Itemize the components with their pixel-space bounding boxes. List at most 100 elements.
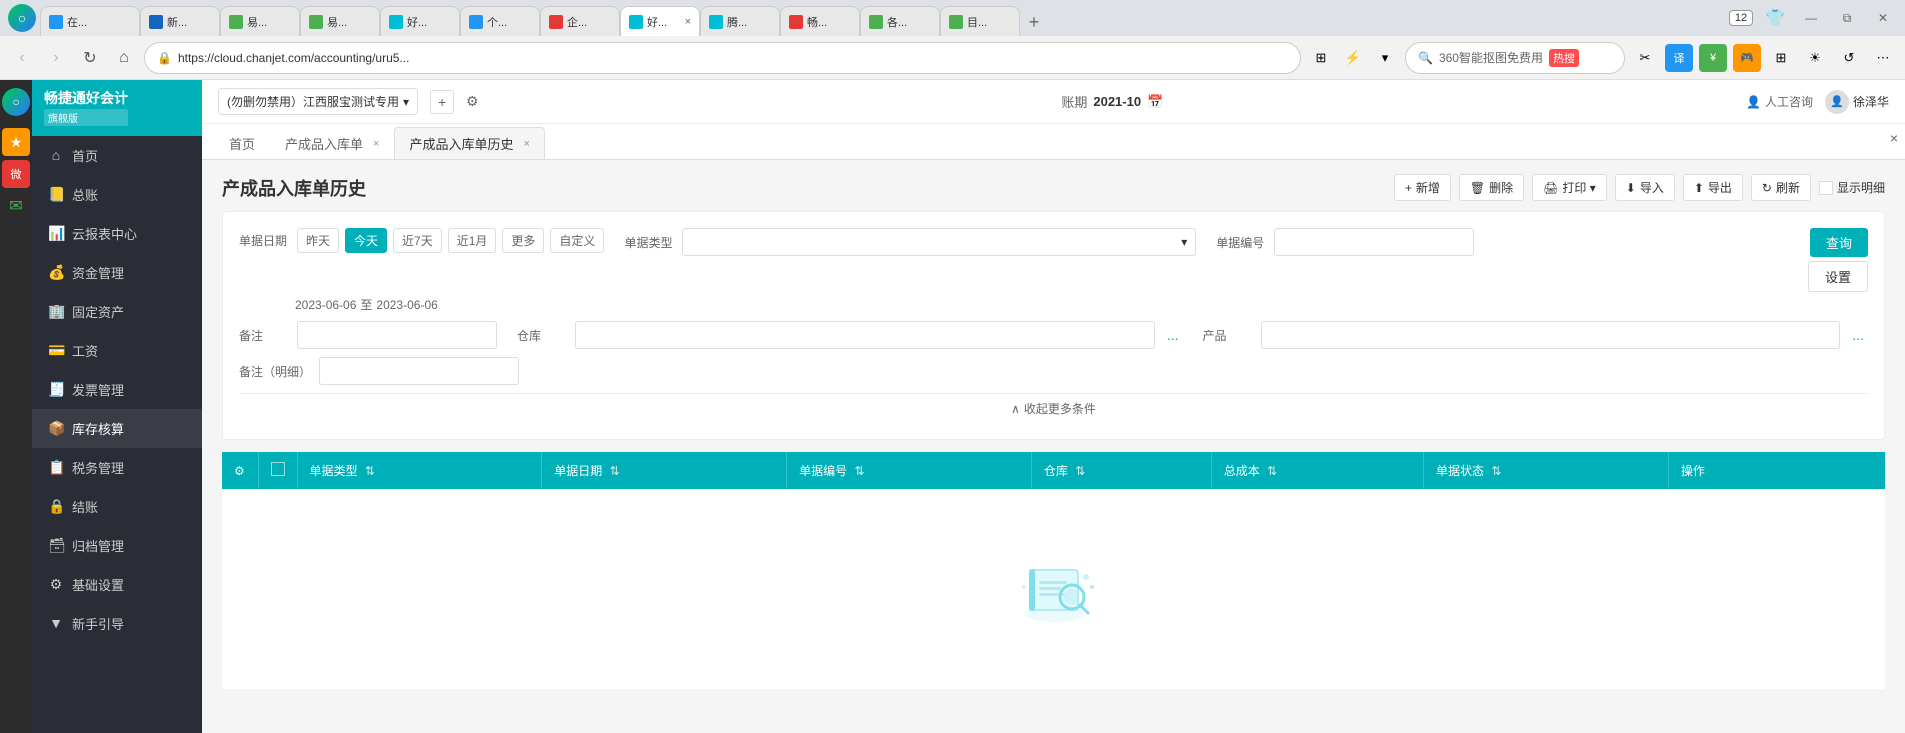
add-button[interactable]: + 新增 [1394,174,1451,201]
yuan-icon[interactable]: ¥ [1699,44,1727,72]
shirt-icon[interactable]: 👕 [1761,8,1789,28]
new-tab-button[interactable]: + [1020,8,1048,36]
date-custom-btn[interactable]: 自定义 [550,228,604,253]
page-tab-history-close[interactable]: × [523,138,529,150]
browser-tab-4[interactable]: 易... [300,6,380,36]
page-tab-list-close[interactable]: × [373,138,379,150]
print-button[interactable]: 🖨 打印 ▾ [1532,174,1607,201]
more-icon[interactable]: ⋯ [1869,44,1897,72]
sidebar-item-archive[interactable]: 🗃 归档管理 [32,526,202,565]
sort-number-icon[interactable]: ⇅ [854,464,864,478]
sidebar-item-fixed-assets[interactable]: 🏢 固定资产 [32,292,202,331]
back-button[interactable]: ‹ [8,44,36,72]
import-button[interactable]: ⬇ 导入 [1615,174,1675,201]
th-check[interactable] [258,452,297,489]
sidebar-item-ledger[interactable]: 📒 总账 [32,175,202,214]
sidebar-item-tax[interactable]: 📋 税务管理 [32,448,202,487]
close-button[interactable]: ✕ [1869,4,1897,32]
sort-date-icon[interactable]: ⇅ [610,464,620,478]
product-input[interactable] [1261,321,1841,349]
remark-input[interactable] [297,321,497,349]
browser-tab-11[interactable]: 各... [860,6,940,36]
icon-sidebar-item-weibo[interactable]: 微 [2,160,30,188]
date-more-btn[interactable]: 更多 [502,228,544,253]
browser-tab-2[interactable]: 新... [140,6,220,36]
browser-tab-12[interactable]: 目... [940,6,1020,36]
page-tab-list[interactable]: 产成品入库单 × [270,127,394,159]
browser-tab-6[interactable]: 个... [460,6,540,36]
setting-button[interactable]: 设置 [1808,261,1868,292]
sidebar-item-closing[interactable]: 🔒 结账 [32,487,202,526]
export-button[interactable]: ⬆ 导出 [1683,174,1743,201]
page-tab-history[interactable]: 产成品入库单历史 × [394,127,544,159]
number-input[interactable] [1274,228,1474,256]
page-tab-home[interactable]: 首页 [214,127,270,159]
sidebar-item-settings[interactable]: ⚙ 基础设置 [32,565,202,604]
gear-settings-icon[interactable]: ⚙ [234,464,245,478]
icon-sidebar-item-mail[interactable]: ✉ [2,192,30,220]
refresh-button[interactable]: ↻ [76,44,104,72]
delete-button[interactable]: 🗑 删除 [1459,174,1524,201]
browser-tab-7[interactable]: 企... [540,6,620,36]
sidebar-item-home[interactable]: ⌂ 首页 [32,136,202,175]
date-yesterday-btn[interactable]: 昨天 [297,228,339,253]
sun-icon[interactable]: ☀ [1801,44,1829,72]
browser-tab-8[interactable]: 好... × [620,6,700,36]
topbar-settings-icon[interactable]: ⚙ [466,93,479,110]
sort-cost-icon[interactable]: ⇅ [1267,464,1277,478]
browser-tab-3[interactable]: 易... [220,6,300,36]
home-button[interactable]: ⌂ [110,44,138,72]
apps-icon[interactable]: ⊞ [1767,44,1795,72]
restore-button[interactable]: ⧉ [1833,4,1861,32]
calendar-icon[interactable]: 📅 [1147,94,1163,110]
translate-icon[interactable]: 译 [1665,44,1693,72]
scissors-icon[interactable]: ✂ [1631,44,1659,72]
warehouse-input[interactable] [575,321,1155,349]
minimize-button[interactable]: — [1797,4,1825,32]
sidebar-item-funds[interactable]: 💰 资金管理 [32,253,202,292]
warehouse-dots-button[interactable]: ... [1163,327,1183,343]
lightning-icon[interactable]: ⚡ [1339,44,1367,72]
browser-logo[interactable]: ○ [8,4,36,32]
company-selector[interactable]: (勿删勿禁用）江西服宝测试专用 ▾ [218,88,418,115]
sidebar-item-more[interactable]: ▼ 新手引导 [32,604,202,643]
forward-button[interactable]: › [42,44,70,72]
display-checkbox[interactable] [1819,181,1833,195]
tab8-close[interactable]: × [685,16,691,28]
sidebar-item-invoice[interactable]: 🧾 发票管理 [32,370,202,409]
th-gear[interactable]: ⚙ [222,452,258,489]
browser-tab-10[interactable]: 畅... [780,6,860,36]
date-1month-btn[interactable]: 近1月 [448,228,497,253]
sidebar-item-payroll[interactable]: 💳 工资 [32,331,202,370]
url-bar[interactable]: 🔒 https://cloud.chanjet.com/accounting/u… [144,42,1301,74]
sort-type-icon[interactable]: ⇅ [365,464,375,478]
select-all-checkbox[interactable] [271,462,285,476]
detail-remark-input[interactable] [319,357,519,385]
date-today-btn[interactable]: 今天 [345,228,387,253]
user-profile-button[interactable]: 👤 徐泽华 [1825,90,1889,114]
query-button[interactable]: 查询 [1810,228,1868,257]
panel-close-button[interactable]: × [1884,128,1904,148]
product-dots-button[interactable]: ... [1848,327,1868,343]
type-select[interactable]: ▾ [682,228,1196,256]
add-company-button[interactable]: + [430,90,454,114]
display-toggle[interactable]: 显示明细 [1819,179,1885,196]
back2-icon[interactable]: ↺ [1835,44,1863,72]
sidebar-item-reports[interactable]: 📊 云报表中心 [32,214,202,253]
icon-sidebar-item-circle[interactable]: ○ [2,88,30,116]
collapse-bar[interactable]: ∧ 收起更多条件 [239,393,1868,423]
date-7days-btn[interactable]: 近7天 [393,228,442,253]
customer-service-button[interactable]: 👤 人工咨询 [1746,93,1813,110]
sidebar-item-inventory[interactable]: 📦 库存核算 [32,409,202,448]
sort-status-icon[interactable]: ⇅ [1491,464,1501,478]
browser-tab-5[interactable]: 好... [380,6,460,36]
sort-warehouse-icon[interactable]: ⇅ [1075,464,1085,478]
browser-tab-1[interactable]: 在... [40,6,140,36]
browser-tab-9[interactable]: 腾... [700,6,780,36]
search-box[interactable]: 🔍 360智能抠图免费用 热搜 [1405,42,1625,74]
grid-icon[interactable]: ⊞ [1307,44,1335,72]
icon-sidebar-item-star[interactable]: ★ [2,128,30,156]
dropdown-icon[interactable]: ▾ [1371,44,1399,72]
refresh-button[interactable]: ↻ 刷新 [1751,174,1811,201]
game-icon[interactable]: 🎮 [1733,44,1761,72]
